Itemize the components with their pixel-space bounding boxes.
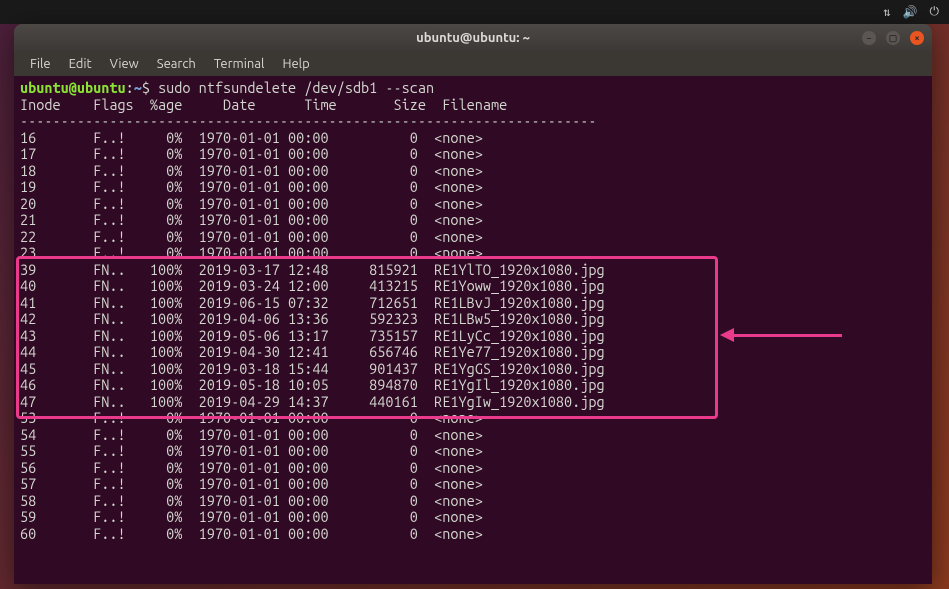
table-row: 20 F..! 0% 1970-01-01 00:00 0 <none> [20,195,483,212]
table-row: 53 F..! 0% 1970-01-01 00:00 0 <none> [20,409,483,426]
menu-search[interactable]: Search [149,55,204,73]
table-row: 39 FN.. 100% 2019-03-17 12:48 815921 RE1… [20,261,605,278]
menu-view[interactable]: View [102,55,147,73]
table-row: 60 F..! 0% 1970-01-01 00:00 0 <none> [20,525,483,542]
menu-terminal[interactable]: Terminal [206,55,273,73]
menu-file[interactable]: File [22,55,59,73]
table-row: 44 FN.. 100% 2019-04-30 12:41 656746 RE1… [20,343,605,360]
terminal-output[interactable]: ubuntu@ubuntu:~$ sudo ntfsundelete /dev/… [14,76,932,584]
table-row: 18 F..! 0% 1970-01-01 00:00 0 <none> [20,162,483,179]
table-row: 54 F..! 0% 1970-01-01 00:00 0 <none> [20,426,483,443]
window-controls: − ▢ × [862,31,924,45]
network-icon[interactable]: ⇅ [883,5,890,19]
menu-help[interactable]: Help [274,55,317,73]
table-row: 56 F..! 0% 1970-01-01 00:00 0 <none> [20,459,483,476]
table-row: 23 F..! 0% 1970-01-01 00:00 0 <none> [20,244,483,261]
separator-line: ----------------------------------------… [20,112,597,129]
table-row: 59 F..! 0% 1970-01-01 00:00 0 <none> [20,508,483,525]
table-row: 45 FN.. 100% 2019-03-18 15:44 901437 RE1… [20,360,605,377]
close-button[interactable]: × [910,31,924,45]
table-row: 43 FN.. 100% 2019-05-06 13:17 735157 RE1… [20,327,605,344]
menu-edit[interactable]: Edit [61,55,100,73]
terminal-window: ubuntu@ubuntu: ~ − ▢ × FileEditViewSearc… [14,24,932,584]
table-row: 22 F..! 0% 1970-01-01 00:00 0 <none> [20,228,483,245]
table-row: 58 F..! 0% 1970-01-01 00:00 0 <none> [20,492,483,509]
window-title: ubuntu@ubuntu: ~ [416,31,530,45]
desktop-topbar: ⇅ 🔊 ⏻ [0,0,949,24]
sound-icon[interactable]: 🔊 [903,5,918,19]
maximize-button[interactable]: ▢ [886,31,900,45]
minimize-button[interactable]: − [862,31,876,45]
table-row: 41 FN.. 100% 2019-06-15 07:32 712651 RE1… [20,294,605,311]
table-row: 16 F..! 0% 1970-01-01 00:00 0 <none> [20,129,483,146]
titlebar[interactable]: ubuntu@ubuntu: ~ − ▢ × [14,24,932,52]
table-row: 55 F..! 0% 1970-01-01 00:00 0 <none> [20,442,483,459]
table-row: 47 FN.. 100% 2019-04-29 14:37 440161 RE1… [20,393,605,410]
typed-command: sudo ntfsundelete /dev/sdb1 --scan [158,79,434,96]
table-row: 40 FN.. 100% 2019-03-24 12:00 413215 RE1… [20,277,605,294]
table-row: 17 F..! 0% 1970-01-01 00:00 0 <none> [20,145,483,162]
table-row: 42 FN.. 100% 2019-04-06 13:36 592323 RE1… [20,310,605,327]
table-row: 21 F..! 0% 1970-01-01 00:00 0 <none> [20,211,483,228]
table-row: 46 FN.. 100% 2019-05-18 10:05 894870 RE1… [20,376,605,393]
menubar: FileEditViewSearchTerminalHelp [14,52,932,76]
column-headers: Inode Flags %age Date Time Size Filename [20,96,507,113]
power-icon[interactable]: ⏻ [930,5,940,19]
table-row: 57 F..! 0% 1970-01-01 00:00 0 <none> [20,475,483,492]
table-row: 19 F..! 0% 1970-01-01 00:00 0 <none> [20,178,483,195]
